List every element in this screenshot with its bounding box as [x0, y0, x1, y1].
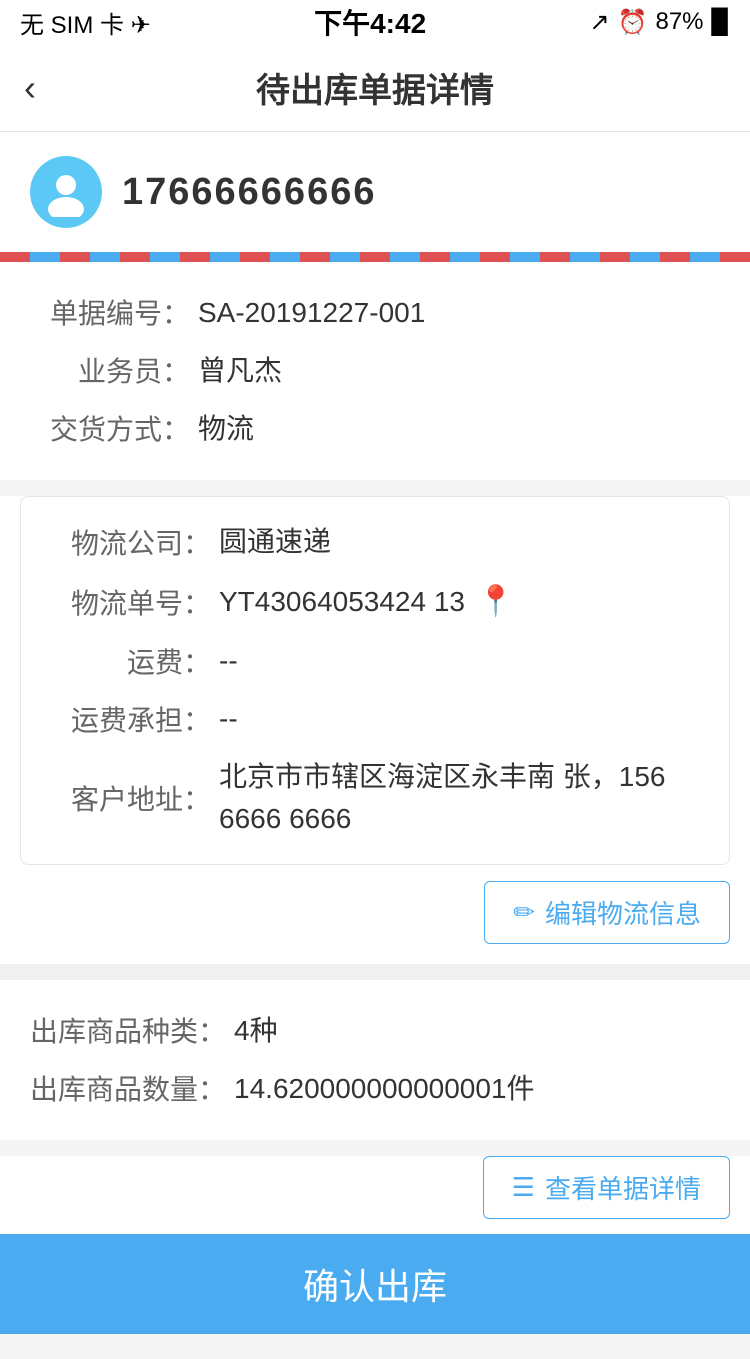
delivery-label: 交货方式： — [30, 408, 190, 448]
staff-label: 业务员： — [30, 350, 190, 390]
view-btn-row: ☰ 查看单据详情 — [0, 1156, 750, 1239]
avatar — [30, 156, 102, 228]
edit-icon: ✏ — [513, 897, 535, 928]
edit-logistics-button[interactable]: ✏ 编辑物流信息 — [484, 881, 730, 944]
staff-row: 业务员： 曾凡杰 — [30, 350, 720, 392]
confirm-button-label: 确认出库 — [303, 1258, 447, 1310]
edit-btn-row: ✏ 编辑物流信息 — [0, 881, 750, 964]
confirm-button[interactable]: 确认出库 — [0, 1234, 750, 1334]
edit-button-label: 编辑物流信息 — [545, 894, 701, 931]
battery-icon: ▉ — [712, 8, 730, 37]
address-row: 客户地址： 北京市市辖区海淀区永丰南 张，156 6666 6666 — [51, 756, 699, 840]
freight-value: -- — [211, 640, 699, 682]
map-pin-icon[interactable]: 📍 — [477, 579, 514, 624]
freight-bearer-row: 运费承担： -- — [51, 698, 699, 740]
product-types-row: 出库商品种类： 4种 — [30, 1010, 720, 1052]
address-label: 客户地址： — [51, 778, 211, 818]
status-bar-time: 下午4:42 — [314, 2, 426, 42]
logistics-tracking-value: YT43064053424 13 📍 — [211, 579, 699, 624]
section-divider — [0, 964, 750, 980]
freight-bearer-value: -- — [211, 698, 699, 740]
battery-level: 87% — [655, 8, 703, 36]
phone-number: 17666666666 — [122, 171, 376, 214]
status-bar-left: 无 SIM 卡 ✈ — [20, 5, 151, 40]
view-button-label: 查看单据详情 — [545, 1169, 701, 1206]
avatar-icon — [41, 167, 91, 217]
back-button[interactable]: ‹ — [24, 67, 36, 109]
list-icon: ☰ — [512, 1172, 535, 1203]
status-bar: 无 SIM 卡 ✈ 下午4:42 ↗ ⏰ 87% ▉ — [0, 0, 750, 44]
view-details-button[interactable]: ☰ 查看单据详情 — [483, 1156, 730, 1219]
delivery-value: 物流 — [190, 408, 720, 450]
sim-wifi-indicator: 无 SIM 卡 ✈ — [20, 5, 151, 40]
product-quantity-value: 14.620000000000001件 — [226, 1068, 720, 1110]
dashed-divider — [0, 252, 750, 262]
summary-section: 出库商品种类： 4种 出库商品数量： 14.620000000000001件 — [0, 980, 750, 1140]
delivery-row: 交货方式： 物流 — [30, 408, 720, 450]
profile-row: 17666666666 — [0, 132, 750, 252]
logistics-tracking-row: 物流单号： YT43064053424 13 📍 — [51, 579, 699, 624]
product-quantity-row: 出库商品数量： 14.620000000000001件 — [30, 1068, 720, 1110]
order-number-value: SA-20191227-001 — [190, 292, 720, 334]
product-types-value: 4种 — [226, 1010, 720, 1052]
staff-value: 曾凡杰 — [190, 350, 720, 392]
logistics-company-value: 圆通速递 — [211, 521, 699, 563]
location-icon: ↗ — [589, 8, 609, 37]
order-number-label: 单据编号： — [30, 292, 190, 332]
logistics-company-label: 物流公司： — [51, 522, 211, 562]
alarm-icon: ⏰ — [618, 8, 648, 37]
logistics-tracking-label: 物流单号： — [51, 582, 211, 622]
nav-bar: ‹ 待出库单据详情 — [0, 44, 750, 132]
product-quantity-label: 出库商品数量： — [30, 1068, 226, 1108]
page-title: 待出库单据详情 — [256, 63, 494, 112]
logistics-card: 物流公司： 圆通速递 物流单号： YT43064053424 13 📍 运费： … — [20, 496, 730, 865]
order-number-row: 单据编号： SA-20191227-001 — [30, 292, 720, 334]
status-bar-right: ↗ ⏰ 87% ▉ — [589, 8, 730, 37]
basic-info-section: 单据编号： SA-20191227-001 业务员： 曾凡杰 交货方式： 物流 — [0, 262, 750, 480]
freight-label: 运费： — [51, 641, 211, 681]
freight-row: 运费： -- — [51, 640, 699, 682]
logistics-company-row: 物流公司： 圆通速递 — [51, 521, 699, 563]
freight-bearer-label: 运费承担： — [51, 699, 211, 739]
product-types-label: 出库商品种类： — [30, 1010, 226, 1050]
address-value: 北京市市辖区海淀区永丰南 张，156 6666 6666 — [211, 756, 699, 840]
